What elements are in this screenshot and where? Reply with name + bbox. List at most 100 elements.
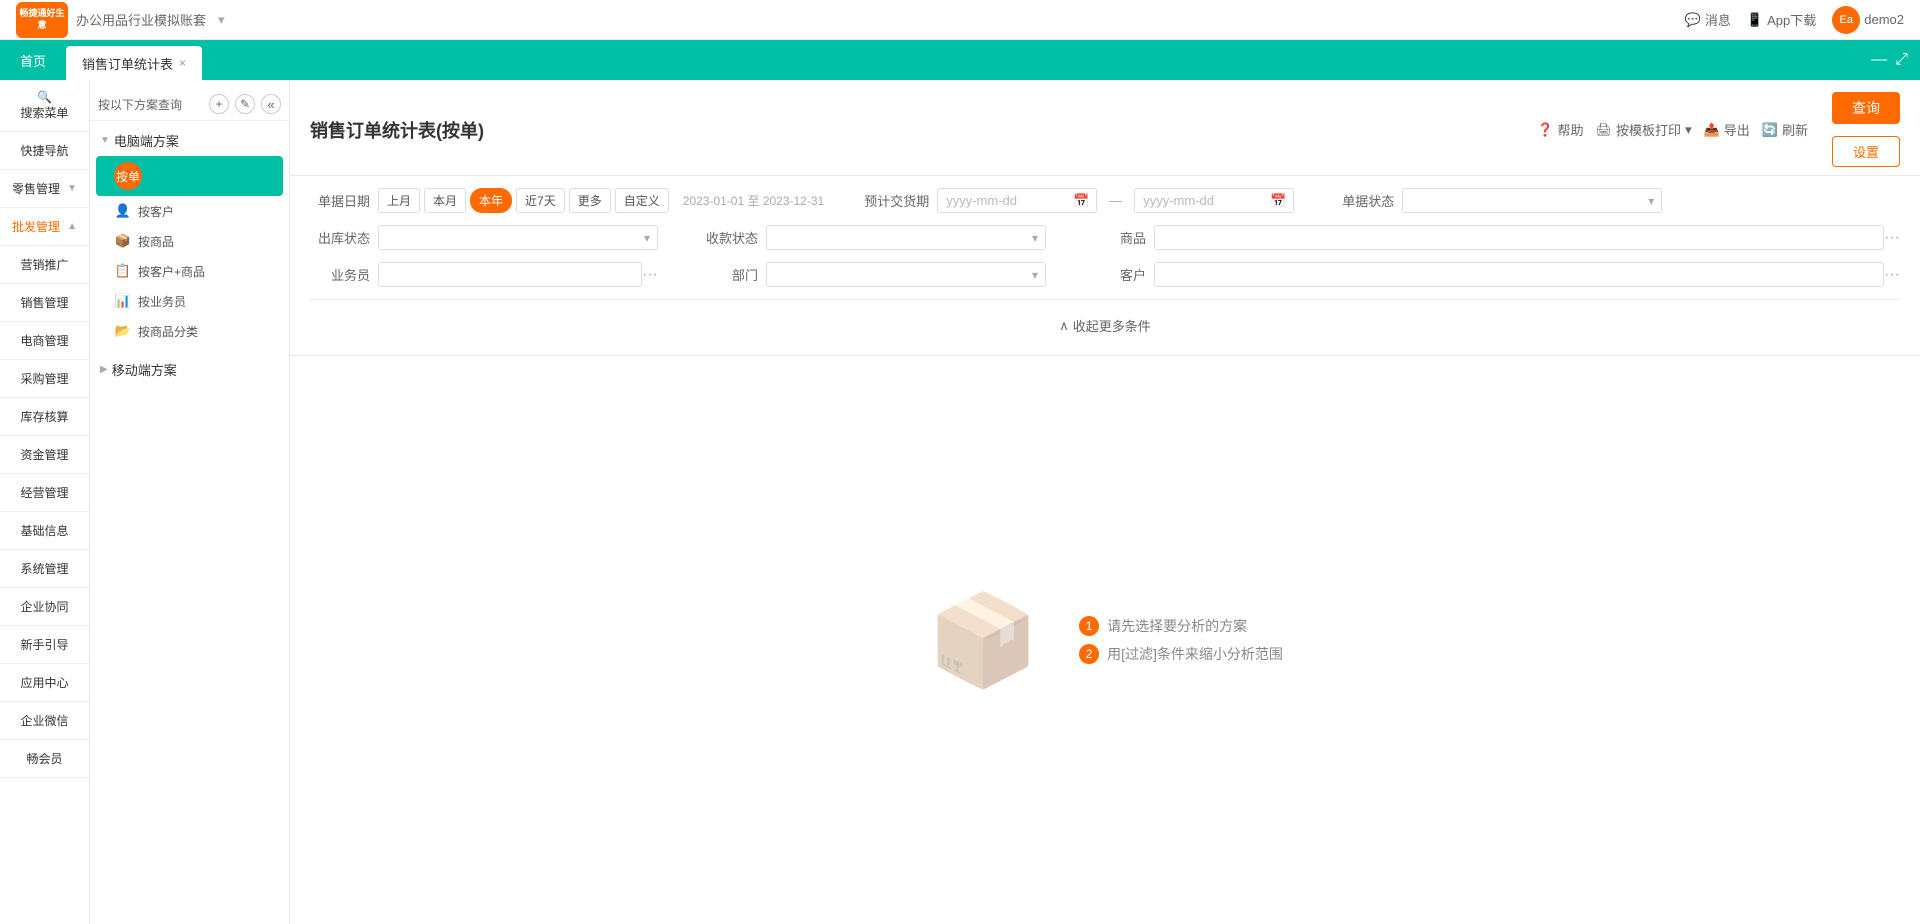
customer-input-wrap: ···: [1154, 262, 1900, 287]
date-btn-more[interactable]: 更多: [569, 188, 611, 213]
expected-date-from[interactable]: [937, 188, 1097, 213]
staff-label: 业务员: [310, 265, 370, 284]
sidebar-item-operations[interactable]: 经营管理: [0, 474, 89, 512]
query-button[interactable]: 查询: [1832, 92, 1900, 124]
mobile-section-arrow-icon: ▶: [100, 364, 108, 375]
collapse-btn[interactable]: ∧ 收起更多条件: [310, 308, 1900, 343]
message-btn[interactable]: 💬 消息: [1685, 10, 1731, 29]
app-download-btn[interactable]: 📱 App下载: [1747, 10, 1816, 29]
pay-select[interactable]: [766, 225, 1046, 250]
tabbar-right: — ⤢: [1871, 51, 1920, 69]
collapse-arrow-icon: ∧: [1059, 318, 1069, 334]
date-label: 单据日期: [310, 191, 370, 210]
panel-item-byorder[interactable]: 按单: [96, 156, 283, 196]
sidebar-item-sales[interactable]: 销售管理: [0, 284, 89, 322]
panel-title: 按以下方案查询: [98, 96, 203, 113]
content-area: 销售订单统计表(按单) ❓ 帮助 🖨 按模板打印 ▾ 📤 导出 🔄 刷新: [290, 80, 1920, 924]
bycategory-icon: 📂: [114, 322, 132, 340]
customer-input[interactable]: [1154, 262, 1884, 287]
main-layout: 🔍 搜索菜单 快捷导航 零售管理 ▼ 批发管理 ▲ 营销推广 销售管理 电商管理: [0, 80, 1920, 924]
date-range-text: 2023-01-01 至 2023-12-31: [683, 192, 824, 209]
filter-row-1: 单据日期 上月 本月 本年 近7天 更多 自定义 2023-01-01 至 20…: [310, 188, 1900, 213]
panel-edit-btn[interactable]: ✎: [235, 94, 255, 114]
breadcrumb: 办公用品行业模拟账套: [76, 10, 206, 29]
refresh-btn[interactable]: 🔄 刷新: [1762, 120, 1808, 139]
bycustomergoods-icon: 📋: [114, 262, 132, 280]
panel-section-mobile-header[interactable]: ▶ 移动端方案: [90, 354, 289, 385]
goods-dots-icon[interactable]: ···: [1884, 229, 1900, 247]
sidebar-item-wechat[interactable]: 企业微信: [0, 702, 89, 740]
export-btn[interactable]: 📤 导出: [1704, 120, 1750, 139]
page-title: 销售订单统计表(按单): [310, 117, 484, 143]
sidebar-item-inventory[interactable]: 库存核算: [0, 398, 89, 436]
panel-item-bycategory[interactable]: 📂 按商品分类: [90, 316, 289, 346]
sidebar-item-member[interactable]: 畅会员: [0, 740, 89, 778]
avatar: Ea: [1832, 6, 1860, 34]
expected-date-to[interactable]: [1134, 188, 1294, 213]
panel-add-btn[interactable]: +: [209, 94, 229, 114]
refresh-icon: 🔄: [1762, 122, 1778, 138]
tab-home[interactable]: 首页: [0, 40, 66, 80]
customer-dots-icon[interactable]: ···: [1884, 266, 1900, 284]
topbar-right: 💬 消息 📱 App下载 Ea demo2: [1685, 6, 1904, 34]
goods-input[interactable]: [1154, 225, 1884, 250]
dept-select[interactable]: [766, 262, 1046, 287]
print-btn[interactable]: 🖨 按模板打印 ▾: [1596, 120, 1692, 139]
filter-area: 单据日期 上月 本月 本年 近7天 更多 自定义 2023-01-01 至 20…: [290, 176, 1920, 356]
goods-input-wrap: ···: [1154, 225, 1900, 250]
date-btn-thisyear[interactable]: 本年: [470, 188, 512, 213]
hint-num-2: 2: [1079, 644, 1099, 664]
date-btn-7days[interactable]: 近7天: [516, 188, 565, 213]
sidebar-item-system[interactable]: 系统管理: [0, 550, 89, 588]
sidebar-item-quicknav[interactable]: 快捷导航: [0, 132, 89, 170]
tab-minimize-icon[interactable]: —: [1871, 51, 1887, 69]
sidebar-item-retail[interactable]: 零售管理 ▼: [0, 170, 89, 208]
empty-state: 📦 1 请先选择要分析的方案 2 用[过滤]条件来缩小分析范围: [290, 356, 1920, 924]
ship-select[interactable]: [378, 225, 658, 250]
sidebar-item-marketing[interactable]: 营销推广: [0, 246, 89, 284]
topbar: 畅捷通好生意 办公用品行业模拟账套 ▾ 💬 消息 📱 App下载 Ea demo…: [0, 0, 1920, 40]
sidebar-item-newbie[interactable]: 新手引导: [0, 626, 89, 664]
help-btn[interactable]: ❓ 帮助: [1537, 120, 1583, 139]
help-icon: ❓: [1537, 122, 1553, 138]
expected-date-to-wrap: 📅: [1134, 188, 1294, 213]
content-header: 销售订单统计表(按单) ❓ 帮助 🖨 按模板打印 ▾ 📤 导出 🔄 刷新: [290, 80, 1920, 176]
panel-item-bygoods[interactable]: 📦 按商品: [90, 226, 289, 256]
panel-item-bycustomergoods[interactable]: 📋 按客户+商品: [90, 256, 289, 286]
panel-item-bystaff[interactable]: 📊 按业务员: [90, 286, 289, 316]
staff-dots-icon[interactable]: ···: [642, 266, 658, 284]
sidebar-item-collab[interactable]: 企业协同: [0, 588, 89, 626]
sidebar-item-wholesale[interactable]: 批发管理 ▲: [0, 208, 89, 246]
goods-label: 商品: [1086, 228, 1146, 247]
sidebar-item-ecommerce[interactable]: 电商管理: [0, 322, 89, 360]
sidebar-item-search[interactable]: 🔍 搜索菜单: [0, 80, 89, 132]
desktop-section-arrow-icon: ▼: [100, 135, 110, 146]
sidebar-item-finance[interactable]: 资金管理: [0, 436, 89, 474]
sidebar-item-appstore[interactable]: 应用中心: [0, 664, 89, 702]
date-btn-lastmonth[interactable]: 上月: [378, 188, 420, 213]
tab-maximize-icon[interactable]: ⤢: [1895, 51, 1908, 69]
hint-num-1: 1: [1079, 616, 1099, 636]
setting-button[interactable]: 设置: [1832, 136, 1900, 167]
print-dropdown-icon[interactable]: ▾: [1685, 122, 1692, 138]
sidebar-item-purchase[interactable]: 采购管理: [0, 360, 89, 398]
status-select[interactable]: [1402, 188, 1662, 213]
staff-input-wrap: ···: [378, 262, 658, 287]
sidebar-item-base[interactable]: 基础信息: [0, 512, 89, 550]
tab-active[interactable]: 销售订单统计表 ×: [66, 46, 202, 80]
panel-collapse-btn[interactable]: «: [261, 94, 281, 114]
panel-item-bycustomer[interactable]: 👤 按客户: [90, 196, 289, 226]
panel-section-desktop-header[interactable]: ▼ 电脑端方案: [90, 125, 289, 156]
tab-close-icon[interactable]: ×: [179, 56, 186, 70]
header-actions: ❓ 帮助 🖨 按模板打印 ▾ 📤 导出 🔄 刷新 查询: [1537, 92, 1900, 167]
breadcrumb-arrow-icon[interactable]: ▾: [218, 12, 225, 28]
date-btn-custom[interactable]: 自定义: [615, 188, 669, 213]
export-icon: 📤: [1704, 122, 1720, 138]
filter-row-2: 出库状态 收款状态 商品 ···: [310, 225, 1900, 250]
byorder-active-icon: 按单: [114, 162, 142, 190]
user-menu[interactable]: Ea demo2: [1832, 6, 1904, 34]
staff-input[interactable]: [378, 262, 642, 287]
date-btn-thismonth[interactable]: 本月: [424, 188, 466, 213]
bycustomer-icon: 👤: [114, 202, 132, 220]
date-buttons: 上月 本月 本年 近7天 更多 自定义: [378, 188, 669, 213]
